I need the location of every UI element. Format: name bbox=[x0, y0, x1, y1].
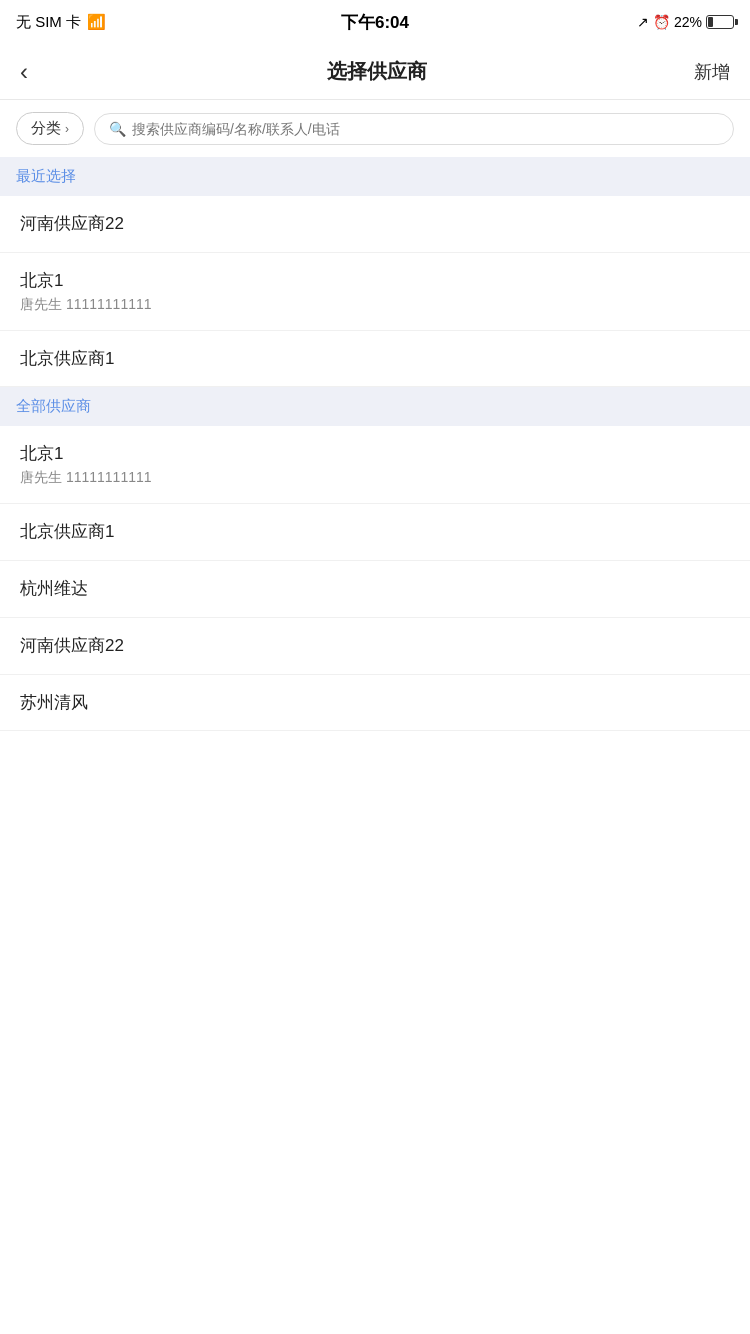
recent-item-sub-1: 唐先生 11111111111 bbox=[20, 296, 730, 314]
all-item-name-2: 杭州维达 bbox=[20, 577, 730, 601]
recent-items-list: 河南供应商22 北京1 唐先生 11111111111 北京供应商1 bbox=[0, 196, 750, 387]
search-icon: 🔍 bbox=[109, 121, 126, 137]
all-item-2[interactable]: 杭州维达 bbox=[0, 561, 750, 618]
recent-section-label: 最近选择 bbox=[16, 167, 76, 184]
status-right: ↗ ⏰ 22% bbox=[637, 14, 734, 30]
all-section-label: 全部供应商 bbox=[16, 397, 91, 414]
all-item-name-4: 苏州清风 bbox=[20, 691, 730, 715]
alarm-icon: ⏰ bbox=[653, 14, 670, 30]
page-title: 选择供应商 bbox=[327, 58, 427, 85]
sim-label: 无 SIM 卡 bbox=[16, 13, 81, 32]
recent-section-header: 最近选择 bbox=[0, 157, 750, 196]
all-item-1[interactable]: 北京供应商1 bbox=[0, 504, 750, 561]
all-item-name-3: 河南供应商22 bbox=[20, 634, 730, 658]
all-item-name-0: 北京1 bbox=[20, 442, 730, 466]
chevron-right-icon: › bbox=[65, 122, 69, 136]
battery-box bbox=[706, 15, 734, 29]
all-item-0[interactable]: 北京1 唐先生 11111111111 bbox=[0, 426, 750, 504]
battery-container bbox=[706, 15, 734, 29]
nav-bar: ‹ 选择供应商 新增 bbox=[0, 44, 750, 100]
recent-item-2[interactable]: 北京供应商1 bbox=[0, 331, 750, 388]
battery-percentage: 22% bbox=[674, 14, 702, 30]
all-items-list: 北京1 唐先生 11111111111 北京供应商1 杭州维达 河南供应商22 … bbox=[0, 426, 750, 731]
search-box[interactable]: 🔍 bbox=[94, 113, 734, 145]
location-icon: ↗ bbox=[637, 14, 649, 30]
all-item-sub-0: 唐先生 11111111111 bbox=[20, 469, 730, 487]
recent-item-name-0: 河南供应商22 bbox=[20, 212, 730, 236]
all-item-name-1: 北京供应商1 bbox=[20, 520, 730, 544]
battery-fill bbox=[708, 17, 713, 27]
status-bar: 无 SIM 卡 📶 下午6:04 ↗ ⏰ 22% bbox=[0, 0, 750, 44]
search-input[interactable] bbox=[132, 121, 719, 137]
status-time: 下午6:04 bbox=[341, 11, 409, 34]
all-item-3[interactable]: 河南供应商22 bbox=[0, 618, 750, 675]
category-label: 分类 bbox=[31, 119, 61, 138]
wifi-icon: 📶 bbox=[87, 13, 106, 31]
back-button[interactable]: ‹ bbox=[20, 58, 60, 86]
recent-item-name-2: 北京供应商1 bbox=[20, 347, 730, 371]
status-left: 无 SIM 卡 📶 bbox=[16, 13, 106, 32]
all-section-header: 全部供应商 bbox=[0, 387, 750, 426]
category-button[interactable]: 分类 › bbox=[16, 112, 84, 145]
add-button[interactable]: 新增 bbox=[694, 60, 730, 84]
recent-item-name-1: 北京1 bbox=[20, 269, 730, 293]
all-item-4[interactable]: 苏州清风 bbox=[0, 675, 750, 732]
recent-item-1[interactable]: 北京1 唐先生 11111111111 bbox=[0, 253, 750, 331]
recent-item-0[interactable]: 河南供应商22 bbox=[0, 196, 750, 253]
filter-bar: 分类 › 🔍 bbox=[0, 100, 750, 157]
